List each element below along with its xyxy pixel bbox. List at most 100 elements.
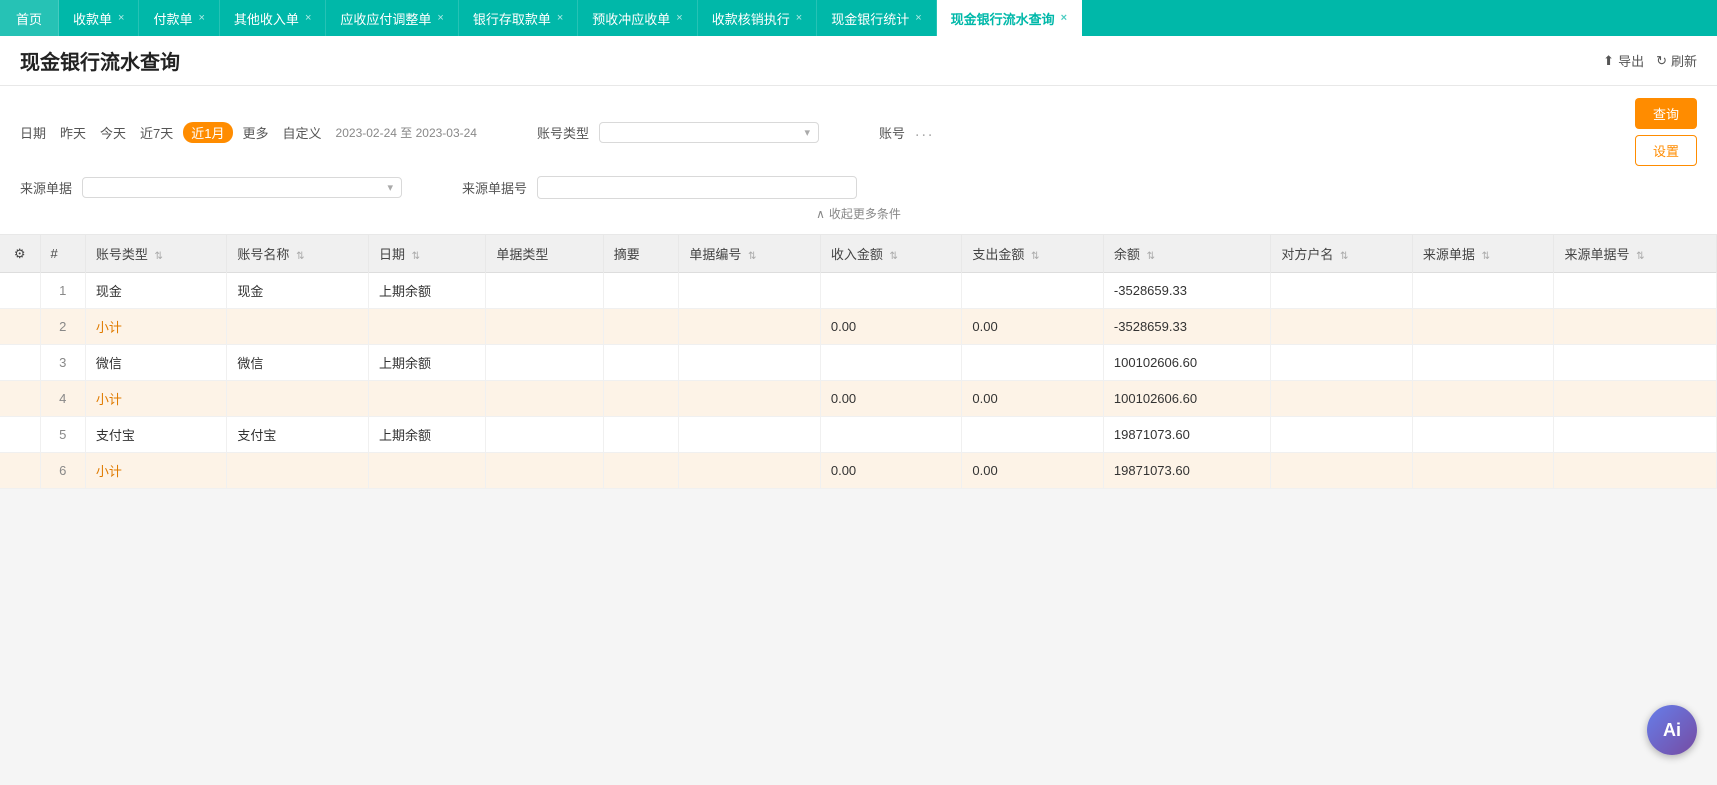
nav-tab-liushui-active[interactable]: 现金银行流水查询 ×	[937, 0, 1082, 36]
nav-tab-qitashouru[interactable]: 其他收入单 ×	[220, 0, 326, 36]
th-doc-type: 单据类型	[486, 235, 603, 273]
td-cell: 0.00	[962, 309, 1104, 345]
nav-tab-shoukuandan[interactable]: 收款单 ×	[59, 0, 139, 36]
filter-row-source: 来源单据 ▾ 来源单据号	[20, 176, 1697, 199]
td-cell: 0.00	[962, 381, 1104, 417]
td-cell: -3528659.33	[1103, 309, 1270, 345]
close-icon[interactable]: ×	[796, 12, 802, 24]
date-range-display: 2023-02-24 至 2023-03-24	[336, 124, 477, 141]
date-option-1month[interactable]: 近1月	[183, 122, 232, 143]
source-doc-num-input[interactable]	[537, 176, 857, 199]
td-cell	[1412, 453, 1554, 489]
th-balance[interactable]: 余额 ⇅	[1103, 235, 1270, 273]
date-option-7days[interactable]: 近7天	[136, 122, 177, 143]
close-icon[interactable]: ×	[437, 12, 443, 24]
td-cell: 0.00	[820, 453, 962, 489]
th-income[interactable]: 收入金额 ⇅	[820, 235, 962, 273]
close-icon[interactable]: ×	[915, 12, 921, 24]
td-cell	[1271, 417, 1413, 453]
td-cell	[1271, 381, 1413, 417]
nav-tab-xianjinyinhang[interactable]: 现金银行统计 ×	[817, 0, 936, 36]
account-type-label: 账号类型	[537, 123, 589, 142]
close-icon[interactable]: ×	[676, 12, 682, 24]
th-account-name[interactable]: 账号名称 ⇅	[227, 235, 369, 273]
td-cell: 100102606.60	[1103, 345, 1270, 381]
table-row: 6小计0.000.0019871073.60	[0, 453, 1717, 489]
close-icon[interactable]: ×	[1061, 12, 1067, 24]
td-cell	[1554, 417, 1717, 453]
nav-tab-yinhangcunkuan[interactable]: 银行存取款单 ×	[459, 0, 578, 36]
td-cell	[1271, 345, 1413, 381]
query-button[interactable]: 查询	[1635, 98, 1697, 129]
page-title: 现金银行流水查询	[20, 46, 180, 75]
settings-button[interactable]: 设置	[1635, 135, 1697, 166]
td-cell	[679, 381, 821, 417]
date-option-custom[interactable]: 自定义	[279, 122, 326, 143]
export-button[interactable]: ⬆ 导出	[1603, 51, 1644, 70]
close-icon[interactable]: ×	[198, 12, 204, 24]
td-cell	[486, 273, 603, 309]
td-settings	[0, 345, 40, 381]
th-source-doc[interactable]: 来源单据 ⇅	[1412, 235, 1554, 273]
nav-tab-shoukuanhexiao[interactable]: 收款核销执行 ×	[698, 0, 817, 36]
table-row: 5支付宝支付宝上期余额19871073.60	[0, 417, 1717, 453]
collapse-label: 收起更多条件	[829, 205, 901, 222]
sort-icon: ⇅	[155, 251, 163, 262]
header-actions: ⬆ 导出 ↻ 刷新	[1603, 51, 1697, 70]
td-cell: -3528659.33	[1103, 273, 1270, 309]
td-cell	[1412, 273, 1554, 309]
nav-tab-fukuandan[interactable]: 付款单 ×	[139, 0, 219, 36]
td-cell	[486, 417, 603, 453]
nav-tab-yingshouyingfu[interactable]: 应收应付调整单 ×	[326, 0, 458, 36]
page-header: 现金银行流水查询 ⬆ 导出 ↻ 刷新	[0, 36, 1717, 86]
td-cell	[1554, 381, 1717, 417]
td-settings	[0, 309, 40, 345]
td-index: 6	[40, 453, 85, 489]
source-doc-select[interactable]: ▾	[82, 177, 402, 198]
td-cell	[679, 309, 821, 345]
td-cell: 支付宝	[85, 417, 227, 453]
td-cell: 小计	[85, 381, 227, 417]
td-cell: 0.00	[962, 453, 1104, 489]
td-cell: 微信	[85, 345, 227, 381]
th-counterparty[interactable]: 对方户名 ⇅	[1271, 235, 1413, 273]
nav-tab-yushourchong[interactable]: 预收冲应收单 ×	[578, 0, 697, 36]
th-date[interactable]: 日期 ⇅	[368, 235, 485, 273]
account-type-select[interactable]: ▾	[599, 122, 819, 143]
th-source-doc-num[interactable]: 来源单据号 ⇅	[1554, 235, 1717, 273]
ai-badge[interactable]: Ai	[1647, 705, 1697, 755]
chevron-down-icon-2: ▾	[387, 181, 393, 194]
date-option-more[interactable]: 更多	[239, 122, 273, 143]
table-header-row: ⚙ # 账号类型 ⇅ 账号名称 ⇅ 日期 ⇅ 单据类型	[0, 235, 1717, 273]
td-cell: 上期余额	[368, 345, 485, 381]
date-option-yesterday[interactable]: 昨天	[56, 122, 90, 143]
close-icon[interactable]: ×	[118, 12, 124, 24]
th-account-type[interactable]: 账号类型 ⇅	[85, 235, 227, 273]
td-cell: 19871073.60	[1103, 453, 1270, 489]
close-icon[interactable]: ×	[557, 12, 563, 24]
refresh-button[interactable]: ↻ 刷新	[1656, 51, 1697, 70]
th-index: #	[40, 235, 85, 273]
account-dots[interactable]: ...	[915, 123, 934, 141]
td-cell	[679, 417, 821, 453]
td-cell	[820, 417, 962, 453]
th-doc-number[interactable]: 单据编号 ⇅	[679, 235, 821, 273]
td-cell: 上期余额	[368, 417, 485, 453]
td-cell	[962, 417, 1104, 453]
nav-home[interactable]: 首页	[0, 0, 59, 36]
th-summary: 摘要	[603, 235, 679, 273]
close-icon[interactable]: ×	[305, 12, 311, 24]
sort-icon: ⇅	[1636, 251, 1644, 262]
td-cell	[227, 453, 369, 489]
export-icon: ⬆	[1603, 53, 1614, 69]
td-settings	[0, 381, 40, 417]
th-settings[interactable]: ⚙	[0, 235, 40, 273]
td-cell	[603, 417, 679, 453]
td-cell	[1271, 453, 1413, 489]
td-cell	[1554, 309, 1717, 345]
collapse-bar[interactable]: ∧ 收起更多条件	[20, 205, 1697, 222]
th-expense[interactable]: 支出金额 ⇅	[962, 235, 1104, 273]
td-index: 3	[40, 345, 85, 381]
date-option-today[interactable]: 今天	[96, 122, 130, 143]
td-cell	[679, 345, 821, 381]
